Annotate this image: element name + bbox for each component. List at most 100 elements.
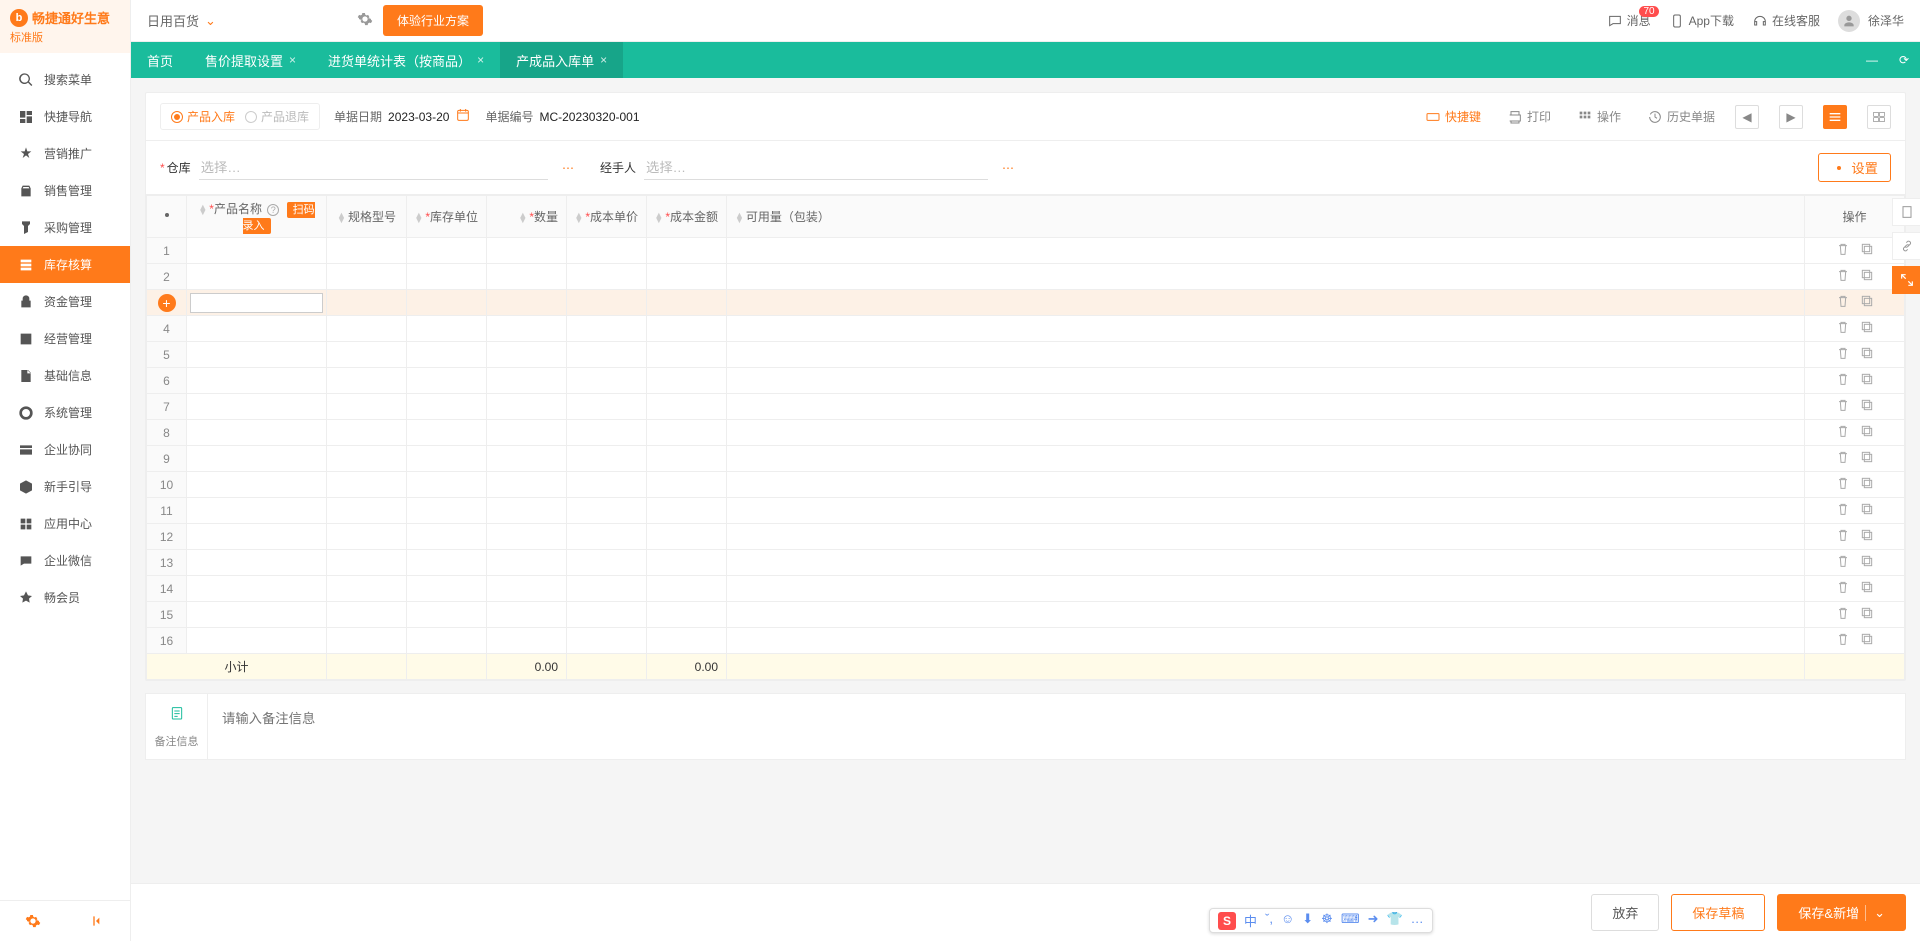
form-settings-button[interactable]: 设置 — [1818, 153, 1891, 182]
ime-item[interactable]: ⬇ — [1302, 911, 1313, 930]
copy-row-button[interactable] — [1859, 371, 1875, 387]
copy-row-button[interactable] — [1859, 319, 1875, 335]
copy-row-button[interactable] — [1859, 553, 1875, 569]
tab-refresh-button[interactable]: ⟳ — [1888, 42, 1920, 78]
table-row[interactable]: 2 — [147, 264, 1905, 290]
sidebar-item-8[interactable]: 基础信息 — [0, 357, 130, 394]
delete-row-button[interactable] — [1835, 449, 1851, 465]
tab-minimize-button[interactable]: ― — [1856, 42, 1888, 78]
save-draft-button[interactable]: 保存草稿 — [1671, 894, 1765, 931]
delete-row-button[interactable] — [1835, 553, 1851, 569]
user-menu[interactable]: 徐泽华 — [1838, 10, 1904, 32]
experience-plan-button[interactable]: 体验行业方案 — [383, 5, 483, 36]
copy-row-button[interactable] — [1859, 579, 1875, 595]
rail-template-button[interactable] — [1892, 198, 1920, 226]
delete-row-button[interactable] — [1835, 319, 1851, 335]
help-icon[interactable]: ? — [267, 204, 279, 216]
delete-row-button[interactable] — [1835, 579, 1851, 595]
online-service-link[interactable]: 在线客服 — [1752, 12, 1820, 29]
sidebar-item-7[interactable]: 经营管理 — [0, 320, 130, 357]
tab-close-icon[interactable]: × — [600, 53, 607, 67]
delete-row-button[interactable] — [1835, 371, 1851, 387]
table-row[interactable]: 16 — [147, 628, 1905, 654]
copy-row-button[interactable] — [1859, 501, 1875, 517]
sidebar-item-5[interactable]: 库存核算 — [0, 246, 130, 283]
col-unit[interactable]: ▲▼*库存单位 — [407, 196, 487, 238]
tab-2[interactable]: 进货单统计表（按商品）× — [312, 42, 500, 78]
ime-item[interactable]: ⌨ — [1341, 911, 1360, 930]
copy-row-button[interactable] — [1859, 267, 1875, 283]
sidebar-item-4[interactable]: 采购管理 — [0, 209, 130, 246]
store-selector[interactable]: 日用百货 ⌄ — [147, 11, 347, 30]
column-settings-button[interactable] — [147, 196, 187, 238]
rail-attach-button[interactable] — [1892, 232, 1920, 260]
delete-row-button[interactable] — [1835, 267, 1851, 283]
remark-input[interactable] — [208, 694, 1905, 759]
copy-row-button[interactable] — [1859, 527, 1875, 543]
add-row-button[interactable]: + — [158, 294, 176, 312]
sidebar-settings-button[interactable] — [0, 901, 65, 941]
delete-row-button[interactable] — [1835, 397, 1851, 413]
tab-close-icon[interactable]: × — [289, 53, 296, 67]
save-and-new-button[interactable]: 保存&新增 ⌄ — [1777, 894, 1906, 931]
sidebar-item-6[interactable]: 资金管理 — [0, 283, 130, 320]
copy-row-button[interactable] — [1859, 345, 1875, 361]
table-row[interactable]: 12 — [147, 524, 1905, 550]
ime-item[interactable]: 中 — [1244, 911, 1257, 930]
table-row[interactable]: 6 — [147, 368, 1905, 394]
sidebar-item-9[interactable]: 系统管理 — [0, 394, 130, 431]
tab-3[interactable]: 产成品入库单× — [500, 42, 623, 78]
copy-row-button[interactable] — [1859, 423, 1875, 439]
sidebar-item-14[interactable]: 畅会员 — [0, 579, 130, 616]
sidebar-item-10[interactable]: 企业协同 — [0, 431, 130, 468]
delete-row-button[interactable] — [1835, 631, 1851, 647]
ime-item[interactable]: ☸ — [1321, 911, 1333, 930]
radio-product-in[interactable]: 产品入库 — [171, 108, 235, 125]
delete-row-button[interactable] — [1835, 241, 1851, 257]
table-row[interactable]: 13 — [147, 550, 1905, 576]
col-qty[interactable]: ▲▼*数量 — [487, 196, 567, 238]
delete-row-button[interactable] — [1835, 423, 1851, 439]
handler-picker-button[interactable]: ⋯ — [996, 161, 1020, 175]
next-doc-button[interactable]: ▶ — [1779, 105, 1803, 129]
app-download-link[interactable]: App下载 — [1669, 12, 1734, 29]
copy-row-button[interactable] — [1859, 631, 1875, 647]
doc-date-value[interactable]: 2023-03-20 — [388, 110, 449, 124]
store-settings-button[interactable] — [357, 11, 373, 30]
sidebar-item-12[interactable]: 应用中心 — [0, 505, 130, 542]
view-list-button[interactable] — [1823, 105, 1847, 129]
operate-link[interactable]: 操作 — [1577, 108, 1621, 125]
tab-0[interactable]: 首页 — [131, 42, 189, 78]
copy-row-button[interactable] — [1859, 241, 1875, 257]
col-available[interactable]: ▲▼可用量（包装） — [727, 196, 1805, 238]
delete-row-button[interactable] — [1835, 527, 1851, 543]
col-amount[interactable]: ▲▼*成本金额 — [647, 196, 727, 238]
table-row[interactable]: 8 — [147, 420, 1905, 446]
delete-row-button[interactable] — [1835, 293, 1851, 309]
table-row[interactable]: 10 — [147, 472, 1905, 498]
view-card-button[interactable] — [1867, 105, 1891, 129]
copy-row-button[interactable] — [1859, 397, 1875, 413]
col-price[interactable]: ▲▼*成本单价 — [567, 196, 647, 238]
history-link[interactable]: 历史单据 — [1647, 108, 1715, 125]
delete-row-button[interactable] — [1835, 345, 1851, 361]
radio-product-out[interactable]: 产品退库 — [245, 108, 309, 125]
tab-close-icon[interactable]: × — [477, 53, 484, 67]
ime-item[interactable]: … — [1411, 911, 1424, 930]
table-row[interactable]: 14 — [147, 576, 1905, 602]
discard-button[interactable]: 放弃 — [1591, 894, 1659, 931]
product-name-input[interactable] — [190, 293, 323, 313]
table-row[interactable]: 7 — [147, 394, 1905, 420]
copy-row-button[interactable] — [1859, 605, 1875, 621]
table-row[interactable]: 15 — [147, 602, 1905, 628]
sidebar-item-3[interactable]: 销售管理 — [0, 172, 130, 209]
sidebar-item-13[interactable]: 企业微信 — [0, 542, 130, 579]
sidebar-item-2[interactable]: 营销推广 — [0, 135, 130, 172]
delete-row-button[interactable] — [1835, 501, 1851, 517]
table-row[interactable]: + — [147, 290, 1905, 316]
sidebar-item-11[interactable]: 新手引导 — [0, 468, 130, 505]
ime-toolbar[interactable]: S 中ˇ,☺⬇☸⌨➜👕… — [1209, 908, 1433, 933]
rail-expand-button[interactable] — [1892, 266, 1920, 294]
handler-input[interactable] — [644, 156, 988, 180]
table-row[interactable]: 4 — [147, 316, 1905, 342]
